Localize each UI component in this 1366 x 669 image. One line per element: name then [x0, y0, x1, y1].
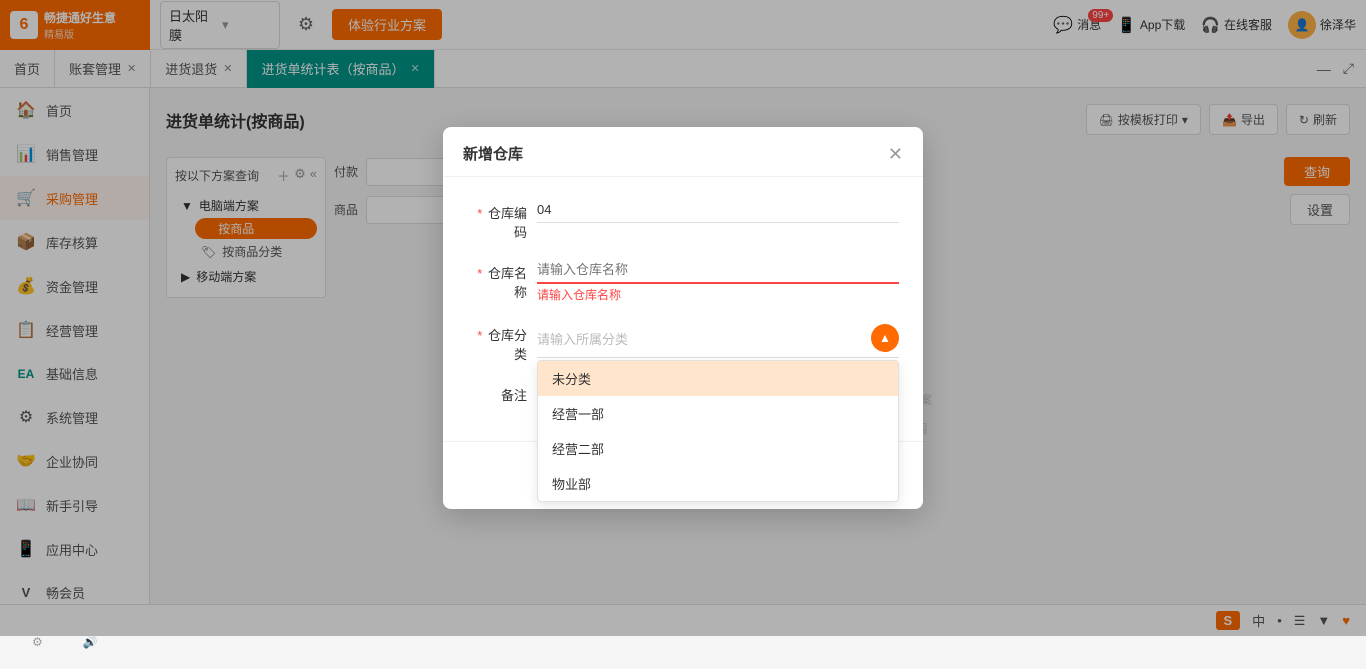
- warehouse-name-error: 请输入仓库名称: [537, 286, 899, 303]
- dialog-body: * 仓库编码 * 仓库名称 请输入仓库名称: [443, 177, 923, 441]
- category-dropdown-toggle[interactable]: ▲: [871, 324, 899, 352]
- warehouse-code-input[interactable]: [537, 197, 899, 223]
- warehouse-category-label: * 仓库分类: [467, 319, 537, 363]
- category-option-2[interactable]: 经营二部: [538, 431, 898, 466]
- warehouse-name-row: * 仓库名称 请输入仓库名称: [467, 257, 899, 303]
- category-option-0[interactable]: 未分类: [538, 361, 898, 396]
- warehouse-name-input[interactable]: [537, 257, 899, 284]
- category-dropdown-list: 未分类 经营一部 经营二部 物业部: [537, 360, 899, 502]
- warehouse-category-field[interactable]: 请输入所属分类 ▲ 未分类 经营一部 经营二部 物业部: [537, 319, 899, 358]
- modal-overlay: 新增仓库 ✕ * 仓库编码 * 仓库名称: [0, 0, 1366, 636]
- category-option-3[interactable]: 物业部: [538, 466, 898, 501]
- warehouse-notes-label: 备注: [467, 379, 537, 404]
- warehouse-code-field: [537, 197, 899, 223]
- warehouse-name-field: 请输入仓库名称: [537, 257, 899, 303]
- warehouse-name-label: * 仓库名称: [467, 257, 537, 301]
- category-option-1[interactable]: 经营一部: [538, 396, 898, 431]
- warehouse-category-input[interactable]: 请输入所属分类 ▲: [537, 319, 899, 358]
- dialog-close-icon[interactable]: ✕: [888, 145, 903, 163]
- dialog-title: 新增仓库: [463, 143, 523, 164]
- warehouse-category-row: * 仓库分类 请输入所属分类 ▲ 未分类 经营一部 经营二部 物业部: [467, 319, 899, 363]
- add-warehouse-dialog: 新增仓库 ✕ * 仓库编码 * 仓库名称: [443, 127, 923, 509]
- warehouse-code-row: * 仓库编码: [467, 197, 899, 241]
- warehouse-code-label: * 仓库编码: [467, 197, 537, 241]
- dialog-header: 新增仓库 ✕: [443, 127, 923, 177]
